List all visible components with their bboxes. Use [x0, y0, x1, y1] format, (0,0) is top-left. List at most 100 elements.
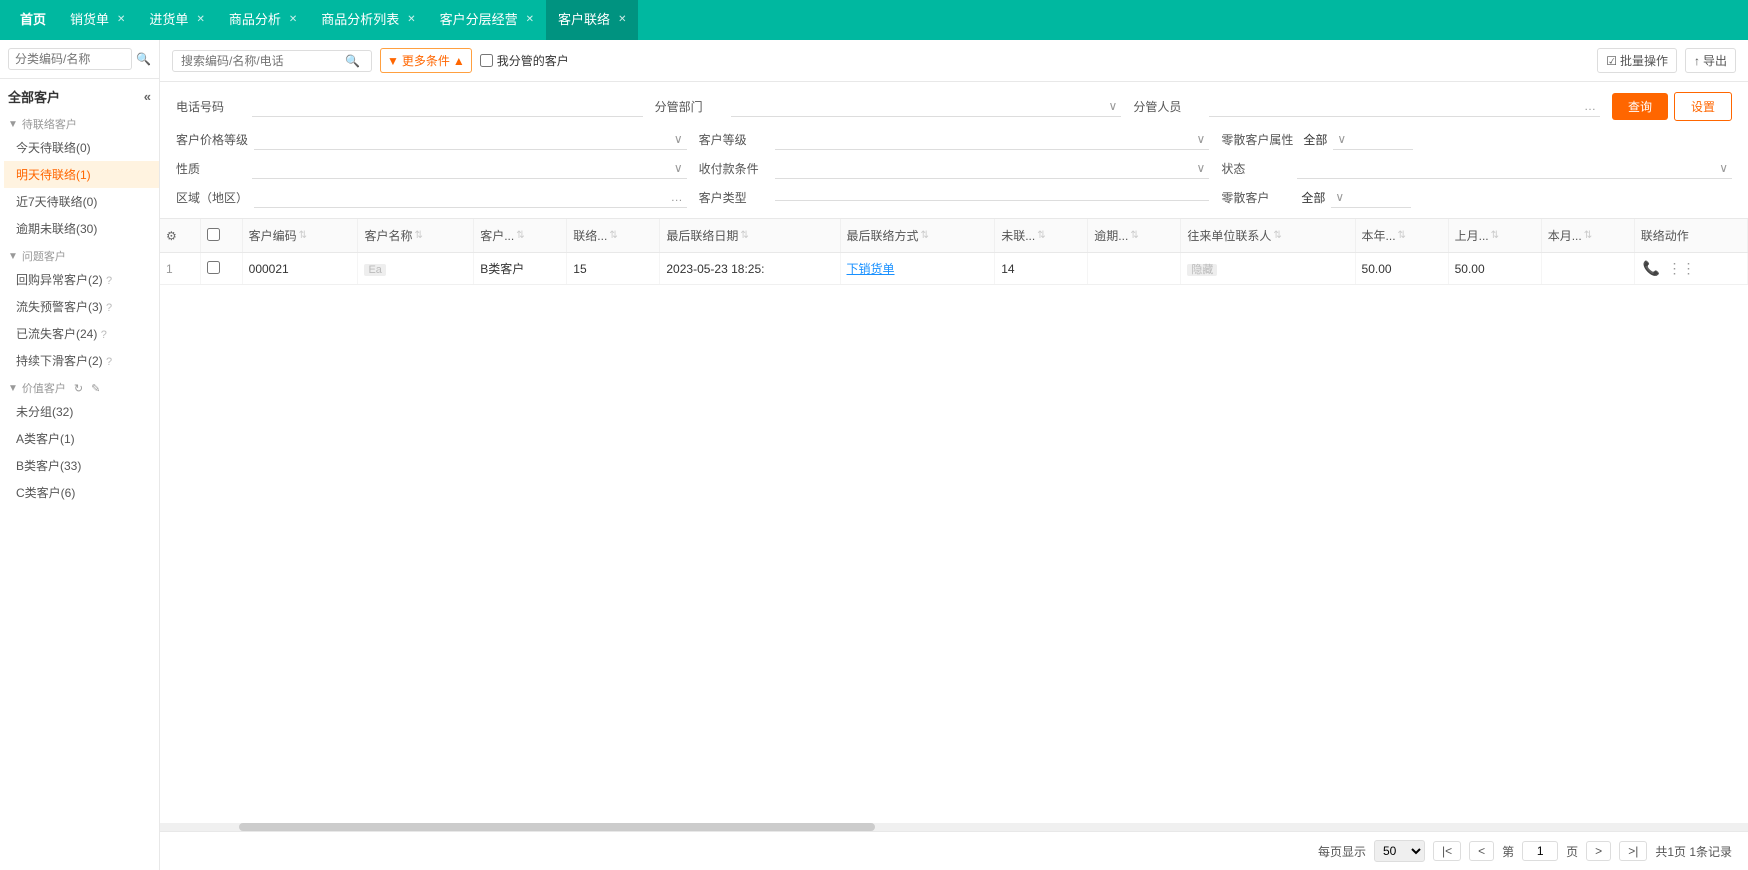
manager-dots-icon[interactable]: …	[1584, 99, 1596, 113]
status-label: 状态	[1221, 160, 1291, 177]
th-name: 客户名称 ⇅	[358, 219, 474, 253]
sidebar-item-repurchase-abnormal[interactable]: 回购异常客户(2) ?	[4, 266, 159, 293]
nav-goods-list-close-icon[interactable]: ✕	[407, 0, 415, 40]
area-select[interactable]: …	[254, 187, 687, 208]
problem-arrow-icon: ▼	[8, 251, 18, 262]
reset-button[interactable]: 设置	[1674, 92, 1732, 121]
sidebar-item-class-b[interactable]: B类客户(33)	[4, 452, 159, 479]
nav-goods-analysis-close-icon[interactable]: ✕	[289, 0, 297, 40]
code-sort[interactable]: 客户编码 ⇅	[249, 227, 352, 244]
last-date-sort[interactable]: 最后联络日期 ⇅	[666, 227, 833, 244]
phone-input[interactable]	[252, 96, 643, 117]
sidebar-item-churn-warning[interactable]: 流失预警客户(3) ?	[4, 293, 159, 320]
nav-customer-contact-close-icon[interactable]: ✕	[618, 0, 626, 40]
sidebar-item-class-c[interactable]: C类客户(6)	[4, 479, 159, 506]
sidebar-problem-group[interactable]: ▼ 问题客户	[0, 242, 159, 266]
th-uncontact: 未联... ⇅	[995, 219, 1088, 253]
sidebar-collapse-icon[interactable]: «	[144, 89, 151, 104]
page-size-select[interactable]: 50 100 200	[1374, 840, 1425, 862]
nav-goods-list[interactable]: 商品分析列表 ✕	[309, 0, 427, 40]
sidebar-search-input[interactable]	[8, 48, 132, 70]
filter-customer-type: 客户类型	[699, 189, 1210, 206]
value-refresh-icon[interactable]: ↻	[74, 382, 83, 395]
name-sort-icon: ⇅	[414, 230, 422, 241]
nav-goods-analysis[interactable]: 商品分析 ✕	[217, 0, 309, 40]
nav-sales-close-icon[interactable]: ✕	[117, 0, 125, 40]
th-settings[interactable]: ⚙	[160, 219, 200, 253]
status-select[interactable]: ∨	[1297, 158, 1732, 179]
nav-purchase[interactable]: 进货单 ✕	[137, 0, 216, 40]
next-page-btn[interactable]: >	[1586, 841, 1611, 861]
cell-overdue	[1088, 253, 1181, 285]
row-checkbox[interactable]	[207, 261, 220, 274]
dept-select[interactable]: ∨	[731, 96, 1122, 117]
value-edit-icon[interactable]: ✎	[91, 382, 100, 395]
query-button[interactable]: 查询	[1612, 93, 1668, 120]
pending-section-label: 待联络客户	[22, 116, 77, 132]
settings-icon[interactable]: ⚙	[166, 229, 177, 243]
last-month-sort[interactable]: 上月... ⇅	[1455, 227, 1535, 244]
sidebar-item-declining[interactable]: 持续下滑客户(2) ?	[4, 347, 159, 374]
page-number-input[interactable]	[1522, 841, 1558, 861]
filter-row-4: 区域（地区） … 客户类型 零散客户 全部 ∨	[176, 187, 1732, 208]
gender-select[interactable]: ∨	[252, 158, 687, 179]
payment-select[interactable]: ∨	[775, 158, 1210, 179]
type-sort-icon: ⇅	[516, 230, 524, 241]
sidebar-item-tomorrow[interactable]: 明天待联络(1)	[4, 161, 159, 188]
this-year-sort[interactable]: 本年... ⇅	[1362, 227, 1442, 244]
filter-price-level: 客户价格等级 ∨	[176, 129, 687, 150]
overdue-sort[interactable]: 逾期... ⇅	[1094, 227, 1174, 244]
sidebar-pending-group[interactable]: ▼ 待联络客户	[0, 110, 159, 134]
customer-type-sort[interactable]: 客户... ⇅	[480, 227, 560, 244]
prev-page-btn[interactable]: <	[1469, 841, 1494, 861]
area-dots-icon[interactable]: …	[671, 190, 683, 204]
customer-level-select[interactable]: ∨	[775, 129, 1210, 150]
this-month-sort[interactable]: 本月... ⇅	[1548, 227, 1628, 244]
select-all-checkbox[interactable]	[207, 228, 220, 241]
sidebar-item-overdue[interactable]: 逾期未联络(30)	[4, 215, 159, 242]
gender-arrow-icon: ∨	[674, 161, 683, 175]
last-method-link[interactable]: 下销货单	[847, 262, 895, 276]
sidebar-item-7days[interactable]: 近7天待联络(0)	[4, 188, 159, 215]
contact-action-icon[interactable]: 📞	[1643, 260, 1660, 276]
dept-arrow-icon: ∨	[1109, 99, 1118, 113]
retail-customer-select[interactable]: ∨	[1331, 187, 1411, 208]
last-method-sort[interactable]: 最后联络方式 ⇅	[847, 227, 989, 244]
nav-customer-layer-close-icon[interactable]: ✕	[526, 0, 534, 40]
retail-customer-label: 零散客户	[1221, 189, 1291, 206]
nav-customer-layer[interactable]: 客户分层经营 ✕	[428, 0, 546, 40]
more-action-icon[interactable]: ⋮⋮	[1668, 260, 1696, 276]
retail-attr-arrow-icon: ∨	[1337, 132, 1346, 146]
sidebar-value-group[interactable]: ▼ 价值客户 ↻ ✎	[0, 374, 159, 398]
export-btn[interactable]: ↑ 导出	[1685, 48, 1736, 73]
manager-label: 分管人员	[1133, 98, 1203, 115]
retail-attr-select[interactable]: ∨	[1333, 129, 1413, 150]
uncontact-sort[interactable]: 未联... ⇅	[1001, 227, 1081, 244]
name-sort[interactable]: 客户名称 ⇅	[364, 227, 467, 244]
more-conditions-btn[interactable]: ▼ 更多条件 ▲	[380, 48, 472, 73]
batch-action-btn[interactable]: ☑ 批量操作	[1597, 48, 1677, 73]
my-customers-checkbox-label[interactable]: 我分管的客户	[480, 52, 569, 69]
last-month-sort-icon: ⇅	[1491, 230, 1499, 241]
last-page-btn[interactable]: >|	[1619, 841, 1647, 861]
my-customers-checkbox[interactable]	[480, 54, 493, 67]
footer: 每页显示 50 100 200 |< < 第 页 > >| 共1页 1条记录	[160, 831, 1748, 870]
sidebar-item-today[interactable]: 今天待联络(0)	[4, 134, 159, 161]
nav-sales[interactable]: 销货单 ✕	[58, 0, 137, 40]
first-page-btn[interactable]: |<	[1433, 841, 1461, 861]
search-icon[interactable]: 🔍	[345, 54, 360, 68]
customer-type-select[interactable]	[775, 194, 1210, 201]
sidebar-item-class-a[interactable]: A类客户(1)	[4, 425, 159, 452]
horizontal-scrollbar[interactable]	[160, 823, 1748, 831]
sidebar-item-unclassified[interactable]: 未分组(32)	[4, 398, 159, 425]
sidebar-search-icon[interactable]: 🔍	[136, 52, 151, 66]
contacts-sort[interactable]: 联络... ⇅	[573, 227, 653, 244]
manager-select[interactable]: …	[1209, 96, 1600, 117]
nav-customer-contact[interactable]: 客户联络 ✕	[546, 0, 638, 40]
unit-contact-sort[interactable]: 往来单位联系人 ⇅	[1187, 227, 1348, 244]
search-input[interactable]	[181, 54, 341, 68]
nav-home[interactable]: 首页	[8, 0, 58, 40]
price-level-select[interactable]: ∨	[254, 129, 687, 150]
nav-purchase-close-icon[interactable]: ✕	[196, 0, 204, 40]
sidebar-item-churned[interactable]: 已流失客户(24) ?	[4, 320, 159, 347]
